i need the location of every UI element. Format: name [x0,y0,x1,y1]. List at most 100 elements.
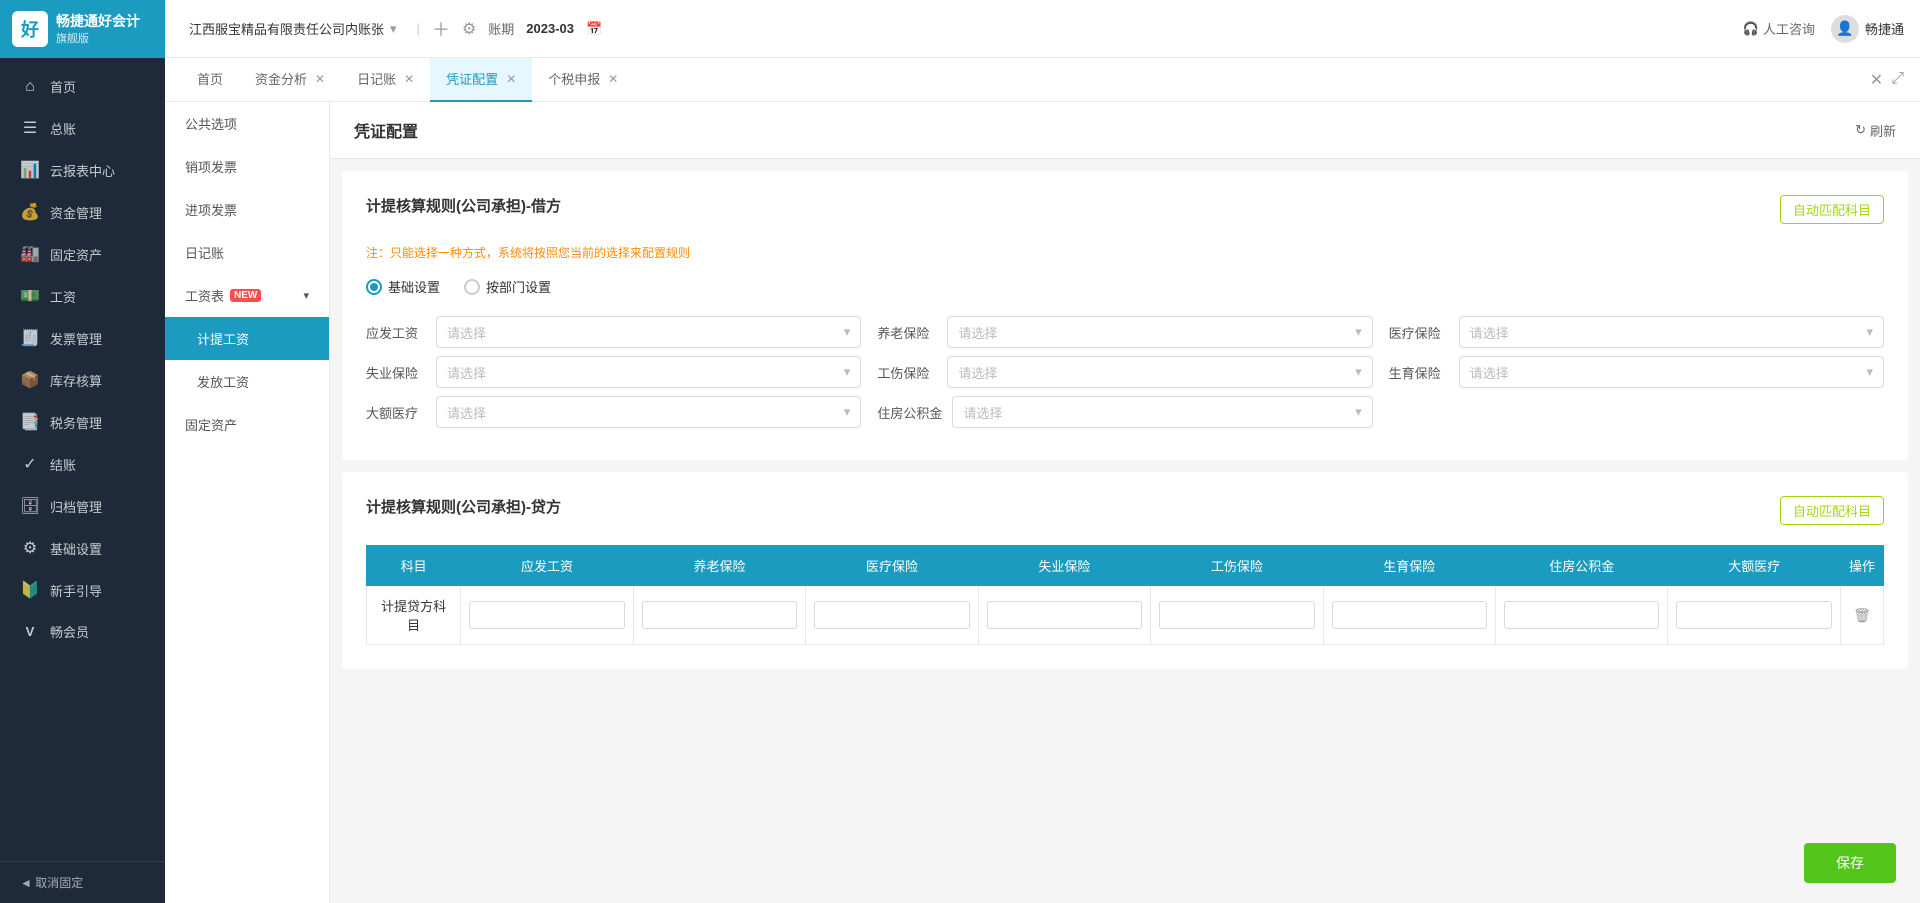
salary-select[interactable]: 请选择 ▾ [436,316,861,348]
large-medical-select[interactable]: 请选择 ▾ [436,396,861,428]
sidebar-item-assets[interactable]: 🏭 固定资产 [0,233,165,275]
close-icon[interactable]: ✕ [608,72,618,86]
sidebar-item-home[interactable]: ⌂ 首页 [0,66,165,107]
save-button[interactable]: 保存 [1804,843,1896,883]
field-label: 生育保险 [1389,363,1449,382]
divider: | [417,21,420,36]
input-housing[interactable] [1504,601,1659,629]
close-all-icon[interactable]: ✕ [1870,70,1883,90]
menu-item-payroll[interactable]: 工资表 NEW ▾ [165,274,329,317]
cell-medical[interactable] [806,586,978,645]
invoice-icon: 🧾 [20,328,40,348]
delete-icon[interactable]: 🗑 [1853,607,1871,623]
menu-item-pay-salary[interactable]: 发放工资 [165,360,329,403]
tab-label: 个税申报 [548,69,600,88]
menu-item-purchase[interactable]: 进项发票 [165,188,329,231]
input-medical[interactable] [814,601,969,629]
housing-select[interactable]: 请选择 ▾ [952,396,1372,428]
cell-action: 🗑 [1840,586,1883,645]
unpin-button[interactable]: ◄ 取消固定 [0,861,165,903]
field-pension: 养老保险 请选择 ▾ [877,316,1372,348]
menu-item-diary[interactable]: 日记账 [165,231,329,274]
input-maternity[interactable] [1332,601,1487,629]
sidebar-nav: ⌂ 首页 ☰ 总账 📊 云报表中心 💰 资金管理 🏭 固定资产 💵 工资 🧾 发… [0,58,165,861]
sidebar-item-archive[interactable]: 🗄 归档管理 [0,485,165,527]
company-selector[interactable]: 江西服宝精品有限责任公司内账张 ▾ [181,15,405,42]
field-work-injury: 工伤保险 请选择 ▾ [877,356,1372,388]
radio-basic[interactable]: 基础设置 [366,277,440,296]
cell-pension[interactable] [633,586,805,645]
menu-label: 日记账 [185,243,224,262]
user-area[interactable]: 👤 畅捷通 [1831,15,1904,43]
home-icon: ⌂ [20,78,40,96]
select-placeholder: 请选择 [963,403,1002,422]
cell-unemploy[interactable] [978,586,1150,645]
period-value[interactable]: 2023-03 [526,21,574,36]
sidebar-item-vip[interactable]: V 畅会员 [0,611,165,652]
debit-section-note: 注：只能选择一种方式，系统将按照您当前的选择来配置规则 [366,244,1884,261]
sidebar-item-label: 总账 [50,119,76,138]
th-large-medical: 大额医疗 [1668,546,1840,586]
cell-work-injury[interactable] [1151,586,1323,645]
work-injury-select[interactable]: 请选择 ▾ [947,356,1372,388]
cell-salary[interactable] [461,586,633,645]
sidebar: 好 畅捷通好会计 旗舰版 ⌂ 首页 ☰ 总账 📊 云报表中心 💰 资金管理 🏭 … [0,0,165,903]
tab-funds[interactable]: 资金分析 ✕ [239,58,341,102]
input-salary[interactable] [469,601,624,629]
unemploy-select[interactable]: 请选择 ▾ [436,356,861,388]
cell-maternity[interactable] [1323,586,1495,645]
input-work-injury[interactable] [1159,601,1314,629]
field-label: 大额医疗 [366,403,426,422]
tab-home[interactable]: 首页 [181,58,239,102]
maximize-icon[interactable]: ⤢ [1891,70,1904,90]
sidebar-item-settings[interactable]: ⚙ 基础设置 [0,527,165,569]
sidebar-item-invoice[interactable]: 🧾 发票管理 [0,317,165,359]
menu-item-common[interactable]: 公共选项 [165,102,329,145]
pension-select[interactable]: 请选择 ▾ [947,316,1372,348]
menu-item-sales[interactable]: 销项发票 [165,145,329,188]
menu-item-calc-salary[interactable]: 计提工资 [165,317,329,360]
menu-label: 公共选项 [185,114,237,133]
medical-select[interactable]: 请选择 ▾ [1459,316,1884,348]
auto-match-debit-button[interactable]: 自动匹配科目 [1780,195,1884,224]
sidebar-item-salary[interactable]: 💵 工资 [0,275,165,317]
row-label: 计提贷方科目 [367,586,461,645]
sidebar-item-inventory[interactable]: 📦 库存核算 [0,359,165,401]
tab-diary[interactable]: 日记账 ✕ [341,58,430,102]
close-icon[interactable]: ✕ [404,72,414,86]
tab-voucher[interactable]: 凭证配置 ✕ [430,58,532,102]
sidebar-item-settle[interactable]: ✓ 结账 [0,443,165,485]
sidebar-item-funds[interactable]: 💰 资金管理 [0,191,165,233]
left-panel: 公共选项 销项发票 进项发票 日记账 工资表 NEW ▾ 计提工资 [165,102,330,903]
debit-section-title: 计提核算规则(公司承担)-借方 [366,195,561,216]
sidebar-item-ledger[interactable]: ☰ 总账 [0,107,165,149]
input-pension[interactable] [642,601,797,629]
sidebar-item-reports[interactable]: 📊 云报表中心 [0,149,165,191]
cell-large-medical[interactable] [1668,586,1840,645]
add-icon[interactable]: ＋ [432,16,450,42]
tab-tax[interactable]: 个税申报 ✕ [532,58,634,102]
refresh-button[interactable]: ↻ 刷新 [1855,121,1896,140]
close-icon[interactable]: ✕ [506,72,516,86]
period-label: 账期 [488,19,514,38]
select-placeholder: 请选择 [447,363,486,382]
support-label: 人工咨询 [1763,19,1815,38]
chevron-down-icon: ▾ [390,21,397,37]
radio-dept[interactable]: 按部门设置 [464,277,551,296]
calendar-icon[interactable]: 📅 [586,21,602,37]
cell-housing[interactable] [1496,586,1668,645]
sidebar-item-guide[interactable]: 🔰 新手引导 [0,569,165,611]
support-button[interactable]: 🎧 人工咨询 [1743,19,1815,38]
auto-match-credit-button[interactable]: 自动匹配科目 [1780,496,1884,525]
gear-icon[interactable]: ⚙ [462,19,476,39]
maternity-select[interactable]: 请选择 ▾ [1459,356,1884,388]
th-unemploy: 失业保险 [978,546,1150,586]
sidebar-item-tax[interactable]: 📑 税务管理 [0,401,165,443]
close-icon[interactable]: ✕ [315,72,325,86]
tab-label: 首页 [197,69,223,88]
input-large-medical[interactable] [1676,601,1831,629]
menu-label: 销项发票 [185,157,237,176]
input-unemploy[interactable] [987,601,1142,629]
th-subject: 科目 [367,546,461,586]
menu-item-fixed-assets[interactable]: 固定资产 [165,403,329,446]
